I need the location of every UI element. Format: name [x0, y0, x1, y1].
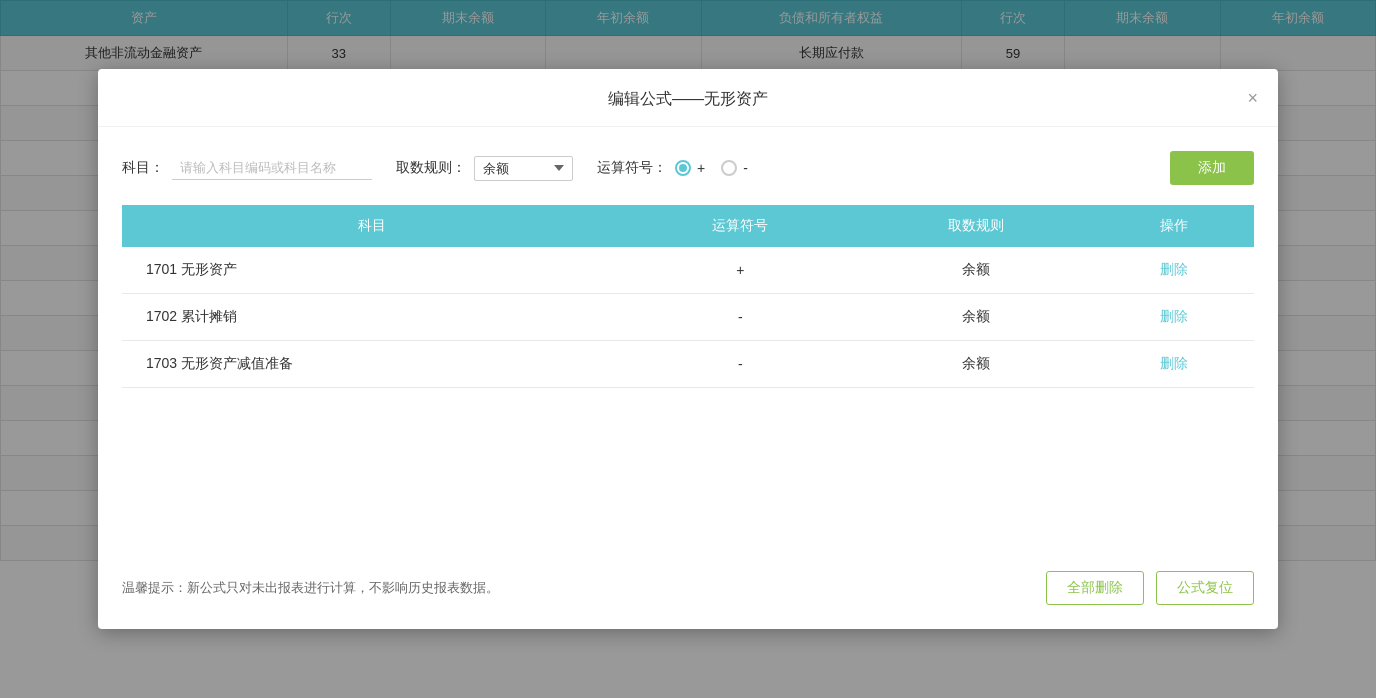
row2-delete-link[interactable]: 删除: [1160, 308, 1188, 324]
form-row: 科目： 取数规则： 余额 借方发生额 贷方发生额 期初余额: [122, 151, 1254, 185]
subject-input[interactable]: [172, 156, 372, 180]
table-row: 1701 无形资产 + 余额 删除: [122, 247, 1254, 294]
formula-table: 科目 运算符号 取数规则 操作 1701 无形资产 + 余额 删除: [122, 205, 1254, 388]
modal-title: 编辑公式——无形资产: [608, 90, 768, 107]
operator-minus-label: -: [743, 160, 748, 176]
row1-action: 删除: [1093, 247, 1254, 294]
operator-field: 运算符号： + -: [597, 159, 748, 177]
row2-operator: -: [623, 294, 858, 341]
row2-subject: 1702 累计摊销: [122, 294, 623, 341]
table-header-subject: 科目: [122, 205, 623, 247]
operator-plus-label: +: [697, 160, 705, 176]
radio-minus-circle: [721, 160, 737, 176]
operator-radio-group: + -: [675, 160, 748, 176]
row3-subject: 1703 无形资产减值准备: [122, 341, 623, 388]
radio-plus-circle: [675, 160, 691, 176]
row3-action: 删除: [1093, 341, 1254, 388]
subject-field: 科目：: [122, 156, 372, 180]
modal-body: 科目： 取数规则： 余额 借方发生额 贷方发生额 期初余额: [98, 127, 1278, 551]
rule-select[interactable]: 余额 借方发生额 贷方发生额 期初余额: [474, 156, 573, 181]
table-header-rule: 取数规则: [858, 205, 1093, 247]
row2-rule: 余额: [858, 294, 1093, 341]
edit-formula-modal: 编辑公式——无形资产 × 科目： 取数规则： 余额 借方发生额: [98, 69, 1278, 629]
operator-minus-radio[interactable]: -: [721, 160, 748, 176]
row1-rule: 余额: [858, 247, 1093, 294]
add-button[interactable]: 添加: [1170, 151, 1254, 185]
footer-hint: 温馨提示：新公式只对未出报表进行计算，不影响历史报表数据。: [122, 579, 499, 597]
table-row: 1703 无形资产减值准备 - 余额 删除: [122, 341, 1254, 388]
delete-all-button[interactable]: 全部删除: [1046, 571, 1144, 605]
rule-select-wrapper: 余额 借方发生额 贷方发生额 期初余额: [474, 156, 573, 181]
subject-label: 科目：: [122, 159, 164, 177]
table-row: 1702 累计摊销 - 余额 删除: [122, 294, 1254, 341]
modal-overlay: 编辑公式——无形资产 × 科目： 取数规则： 余额 借方发生额: [0, 0, 1376, 698]
operator-plus-radio[interactable]: +: [675, 160, 705, 176]
row1-delete-link[interactable]: 删除: [1160, 261, 1188, 277]
table-header-action: 操作: [1093, 205, 1254, 247]
operator-label: 运算符号：: [597, 159, 667, 177]
modal-footer: 温馨提示：新公式只对未出报表进行计算，不影响历史报表数据。 全部删除 公式复位: [98, 551, 1278, 629]
row3-operator: -: [623, 341, 858, 388]
table-header-operator: 运算符号: [623, 205, 858, 247]
footer-buttons: 全部删除 公式复位: [1046, 571, 1254, 605]
row3-rule: 余额: [858, 341, 1093, 388]
modal-header: 编辑公式——无形资产 ×: [98, 69, 1278, 127]
row1-subject: 1701 无形资产: [122, 247, 623, 294]
rule-field: 取数规则： 余额 借方发生额 贷方发生额 期初余额: [396, 156, 573, 181]
row1-operator: +: [623, 247, 858, 294]
row2-action: 删除: [1093, 294, 1254, 341]
modal-close-button[interactable]: ×: [1247, 89, 1258, 107]
row3-delete-link[interactable]: 删除: [1160, 355, 1188, 371]
reset-formula-button[interactable]: 公式复位: [1156, 571, 1254, 605]
rule-label: 取数规则：: [396, 159, 466, 177]
